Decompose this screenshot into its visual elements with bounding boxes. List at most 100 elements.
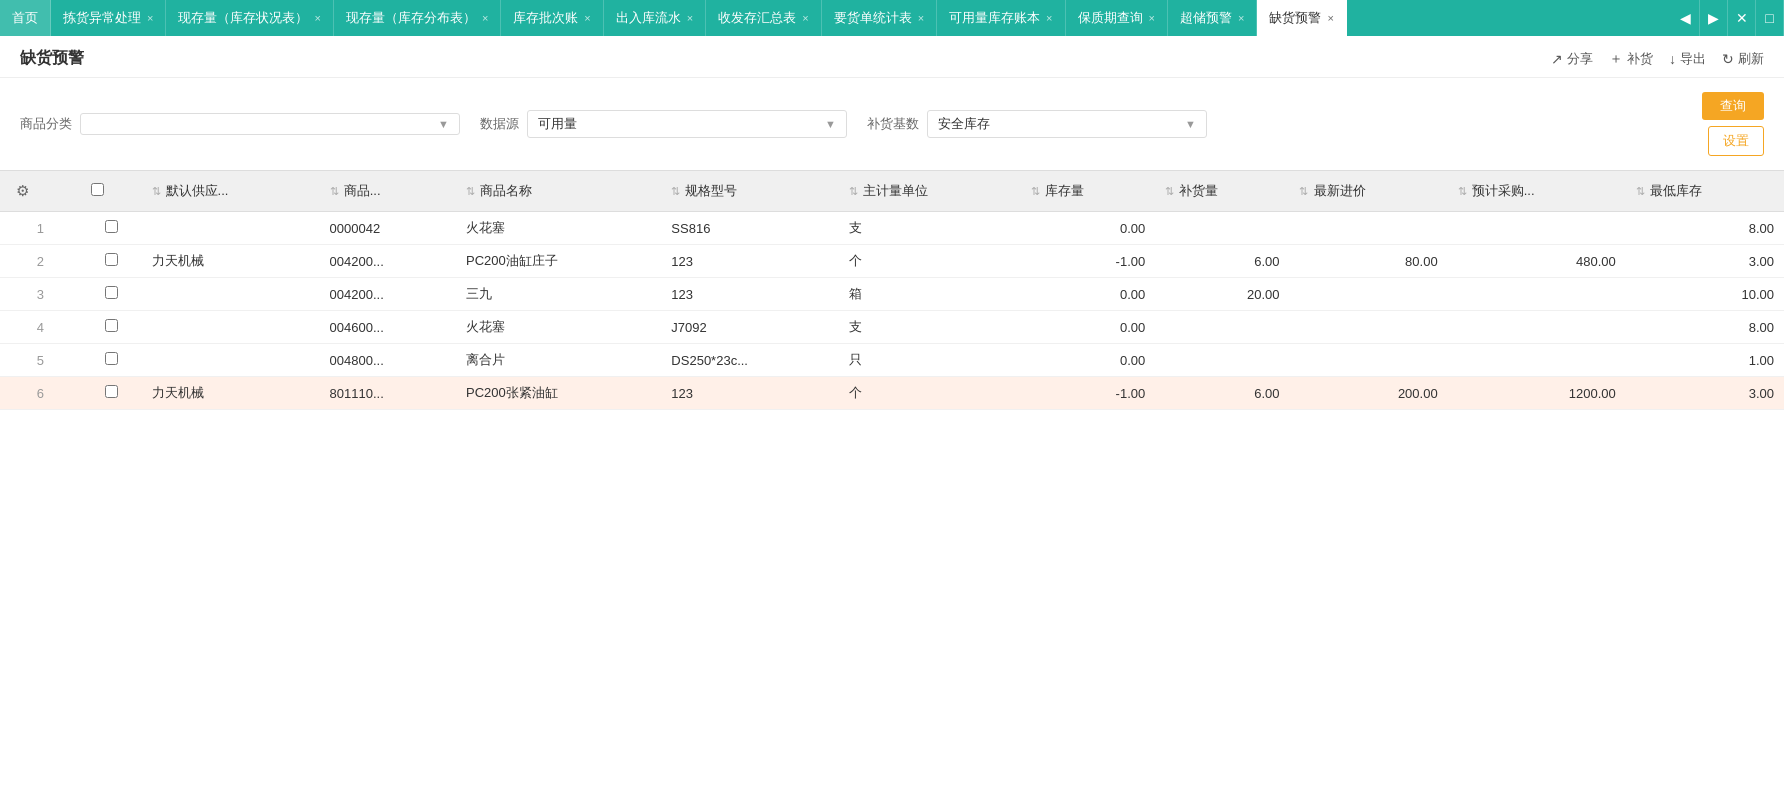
col-label-product_name: 商品名称: [480, 183, 532, 198]
row-num: 3: [0, 278, 81, 311]
row-checkbox[interactable]: [105, 319, 118, 332]
row-checkbox[interactable]: [105, 286, 118, 299]
refresh-label: 刷新: [1738, 50, 1764, 68]
tab-close-all-btn[interactable]: ✕: [1728, 0, 1756, 36]
latest-price-cell: [1289, 278, 1447, 311]
tab-home[interactable]: 首页: [0, 0, 51, 36]
tab-shortage[interactable]: 缺货预警 ×: [1257, 0, 1346, 36]
tab-batch-account[interactable]: 库存批次账×: [501, 0, 603, 36]
tab-inventory-dist[interactable]: 现存量（库存分布表）×: [334, 0, 501, 36]
query-button[interactable]: 查询: [1702, 92, 1764, 120]
tab-next-btn[interactable]: ▶: [1700, 0, 1728, 36]
tab-collect-summary[interactable]: 收发存汇总表×: [706, 0, 821, 36]
tab-close-available-ledger[interactable]: ×: [1046, 12, 1052, 24]
tab-prev-btn[interactable]: ◀: [1672, 0, 1700, 36]
row-checkbox[interactable]: [105, 253, 118, 266]
col-header-supplier[interactable]: ⇅ 默认供应...: [142, 171, 320, 212]
table-row: 6力天机械801110...PC200张紧油缸123个-1.006.00200.…: [0, 377, 1784, 410]
datasource-chevron-icon: ▼: [825, 118, 836, 130]
category-select[interactable]: ▼: [80, 113, 460, 135]
product-code-cell: 004800...: [320, 344, 456, 377]
col-header-est_purchase[interactable]: ⇅ 预计采购...: [1448, 171, 1626, 212]
col-header-product_code[interactable]: ⇅ 商品...: [320, 171, 456, 212]
col-header-unit[interactable]: ⇅ 主计量单位: [839, 171, 1021, 212]
row-checkbox-cell[interactable]: [81, 344, 142, 377]
tab-close-overstock[interactable]: ×: [1238, 12, 1244, 24]
table-row: 2力天机械004200...PC200油缸庄子123个-1.006.0080.0…: [0, 245, 1784, 278]
tab-close-collect-summary[interactable]: ×: [802, 12, 808, 24]
product-name-cell: PC200张紧油缸: [456, 377, 661, 410]
unit-cell: 个: [839, 245, 1021, 278]
row-checkbox[interactable]: [105, 385, 118, 398]
col-header-stock[interactable]: ⇅ 库存量: [1021, 171, 1155, 212]
tab-close-shortage[interactable]: ×: [1327, 12, 1333, 24]
col-header-product_name[interactable]: ⇅ 商品名称: [456, 171, 661, 212]
settings-button[interactable]: 设置: [1708, 126, 1764, 156]
filter-bar: 商品分类 ▼ 数据源 可用量 ▼ 补货基数 安全库存 ▼ 查询 设置: [0, 78, 1784, 170]
tab-close-abnormal[interactable]: ×: [147, 12, 153, 24]
gear-icon[interactable]: ⚙: [10, 179, 34, 203]
tab-label-available-ledger: 可用量库存账本: [949, 9, 1040, 27]
spec-cell: 123: [661, 377, 839, 410]
spec-cell: 123: [661, 278, 839, 311]
replenish-qty-cell: [1155, 212, 1289, 245]
sort-icon-latest_price: ⇅: [1299, 185, 1311, 197]
row-checkbox-cell[interactable]: [81, 377, 142, 410]
tab-label-overstock: 超储预警: [1180, 9, 1232, 27]
tab-inout-flow[interactable]: 出入库流水×: [604, 0, 706, 36]
tab-label-shortage: 缺货预警: [1269, 9, 1321, 27]
main-content: 缺货预警 ↗ 分享 ＋ 补货 ↓ 导出 ↻ 刷新 商品分类: [0, 36, 1784, 796]
est-purchase-cell: 1200.00: [1448, 377, 1626, 410]
row-num: 5: [0, 344, 81, 377]
tab-close-inventory-status[interactable]: ×: [314, 12, 320, 24]
tab-close-batch-account[interactable]: ×: [584, 12, 590, 24]
export-label: 导出: [1680, 50, 1706, 68]
tab-restore-btn[interactable]: □: [1756, 0, 1784, 36]
tab-demand-stat[interactable]: 要货单统计表×: [822, 0, 937, 36]
data-table: ⚙⇅ 默认供应...⇅ 商品...⇅ 商品名称⇅ 规格型号⇅ 主计量单位⇅ 库存…: [0, 170, 1784, 410]
supplier-cell: [142, 278, 320, 311]
row-checkbox-cell[interactable]: [81, 311, 142, 344]
filter-right-actions: 查询 设置: [1702, 92, 1764, 156]
share-action[interactable]: ↗ 分享: [1551, 50, 1593, 68]
col-label-latest_price: 最新进价: [1314, 183, 1366, 198]
tab-close-inout-flow[interactable]: ×: [687, 12, 693, 24]
tab-expiry-query[interactable]: 保质期查询×: [1066, 0, 1168, 36]
tab-close-inventory-dist[interactable]: ×: [482, 12, 488, 24]
table-row: 5004800...离合片DS250*23c...只0.001.00: [0, 344, 1784, 377]
supplier-cell: 力天机械: [142, 245, 320, 278]
header-actions: ↗ 分享 ＋ 补货 ↓ 导出 ↻ 刷新: [1551, 50, 1764, 68]
select-all-checkbox[interactable]: [91, 183, 104, 196]
tab-bar: 首页拣货异常处理×现存量（库存状况表）×现存量（库存分布表）×库存批次账×出入库…: [0, 0, 1784, 36]
refresh-icon: ↻: [1722, 51, 1734, 67]
tab-close-expiry-query[interactable]: ×: [1149, 12, 1155, 24]
datasource-value: 可用量: [538, 115, 577, 133]
row-checkbox-cell[interactable]: [81, 245, 142, 278]
stock-cell: 0.00: [1021, 311, 1155, 344]
replenish-qty-cell: 6.00: [1155, 245, 1289, 278]
col-header-replenish_qty[interactable]: ⇅ 补货量: [1155, 171, 1289, 212]
export-action[interactable]: ↓ 导出: [1669, 50, 1706, 68]
col-header-spec[interactable]: ⇅ 规格型号: [661, 171, 839, 212]
replenish-base-label: 补货基数: [867, 115, 919, 133]
row-checkbox-cell[interactable]: [81, 278, 142, 311]
tab-close-demand-stat[interactable]: ×: [918, 12, 924, 24]
replenish-action[interactable]: ＋ 补货: [1609, 50, 1653, 68]
table-row: 3004200...三九123箱0.0020.0010.00: [0, 278, 1784, 311]
latest-price-cell: 80.00: [1289, 245, 1447, 278]
row-checkbox[interactable]: [105, 220, 118, 233]
row-checkbox-cell[interactable]: [81, 212, 142, 245]
tab-abnormal[interactable]: 拣货异常处理×: [51, 0, 166, 36]
tab-available-ledger[interactable]: 可用量库存账本 ×: [937, 0, 1065, 36]
tab-inventory-status[interactable]: 现存量（库存状况表）×: [166, 0, 333, 36]
tab-overstock[interactable]: 超储预警 ×: [1168, 0, 1257, 36]
datasource-select[interactable]: 可用量 ▼: [527, 110, 847, 138]
col-header-latest_price[interactable]: ⇅ 最新进价: [1289, 171, 1447, 212]
refresh-action[interactable]: ↻ 刷新: [1722, 50, 1764, 68]
est-purchase-cell: [1448, 278, 1626, 311]
replenish-base-select[interactable]: 安全库存 ▼: [927, 110, 1207, 138]
sort-icon-stock: ⇅: [1031, 185, 1043, 197]
row-checkbox[interactable]: [105, 352, 118, 365]
page-header: 缺货预警 ↗ 分享 ＋ 补货 ↓ 导出 ↻ 刷新: [0, 36, 1784, 78]
col-header-min_stock[interactable]: ⇅ 最低库存: [1626, 171, 1784, 212]
